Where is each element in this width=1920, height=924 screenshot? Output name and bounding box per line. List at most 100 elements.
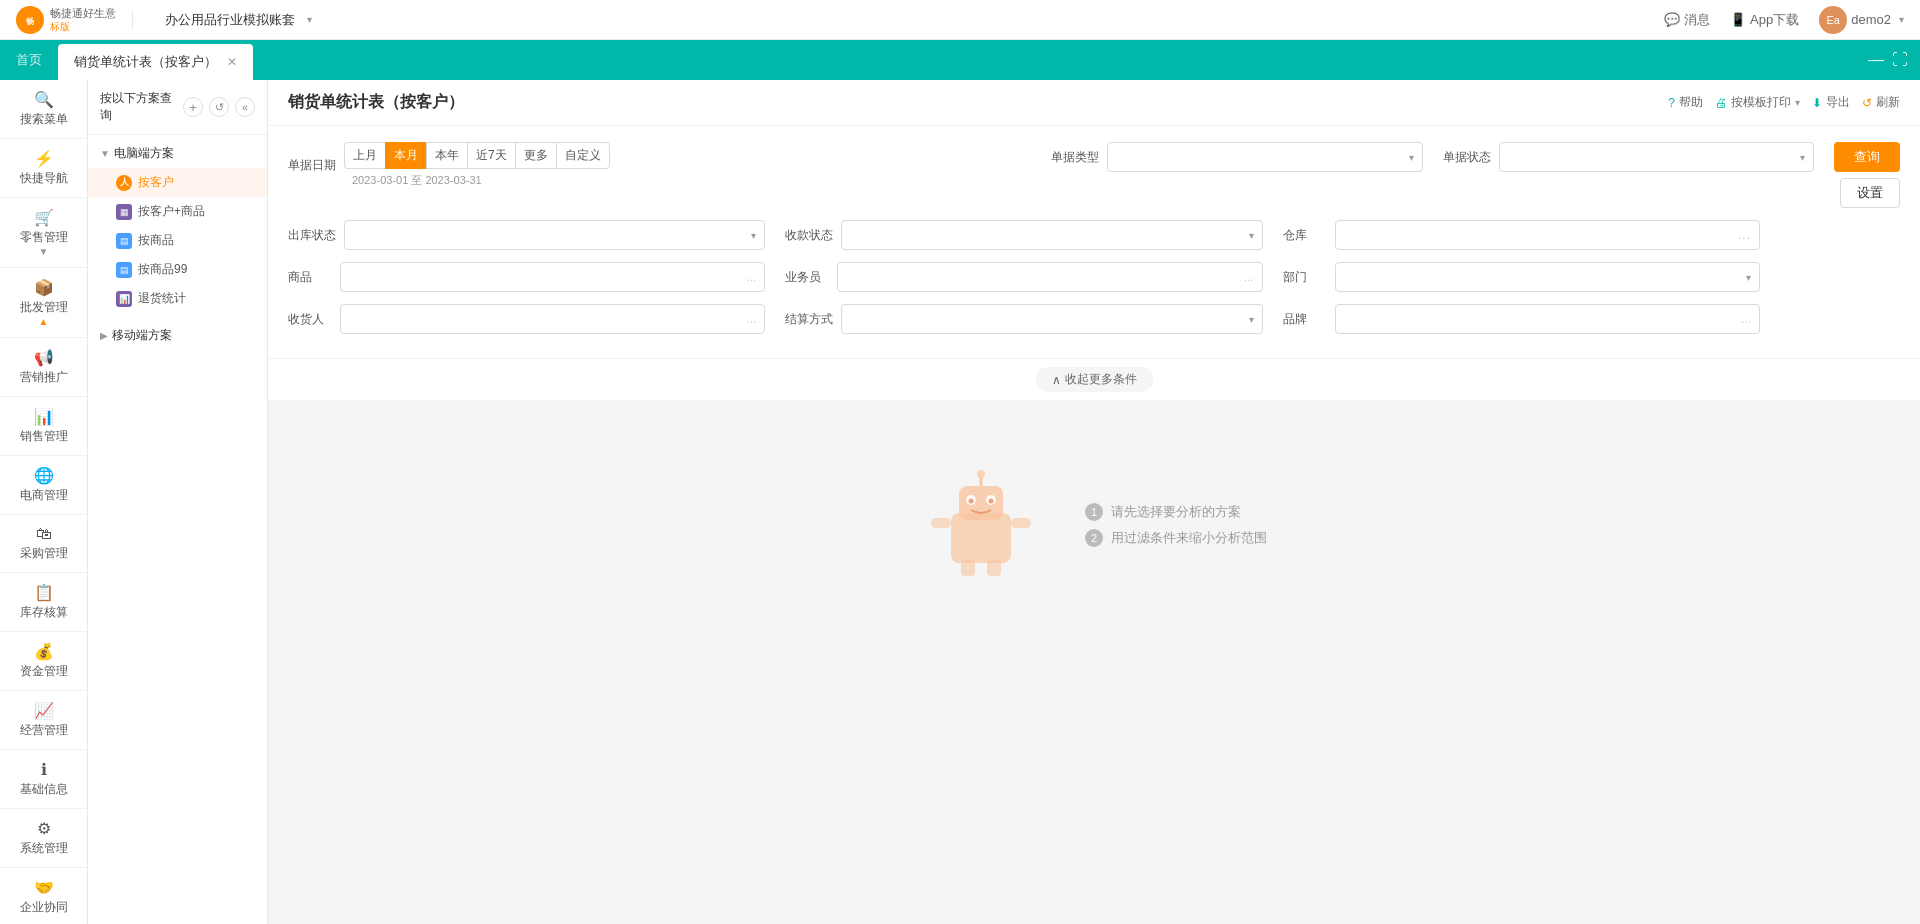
sidebar-item-sales-mgmt[interactable]: 📊 销售管理 xyxy=(0,397,87,456)
refresh-btn[interactable]: ↺ 刷新 xyxy=(1862,94,1900,111)
wholesale-icon: 📦 xyxy=(4,278,83,297)
warehouse-select[interactable]: ... xyxy=(1335,220,1760,250)
svg-point-7 xyxy=(989,499,994,504)
out-status-select[interactable]: ▾ xyxy=(344,220,765,250)
user-dropdown-icon: ▾ xyxy=(1899,14,1904,25)
scheme-item-return-stat[interactable]: 📊 退货统计 xyxy=(88,284,267,313)
collapse-icon: ∧ xyxy=(1052,373,1061,387)
goods-label: 商品 xyxy=(288,269,332,286)
refresh-scheme-btn[interactable]: ↺ xyxy=(209,97,229,117)
filter-section: 单据日期 上月 本月 本年 近7天 更多 自定义 2023-03-01 至 20… xyxy=(268,126,1920,400)
scheme-item-by-goods-99[interactable]: ▤ 按商品99 xyxy=(88,255,267,284)
out-status-label: 出库状态 xyxy=(288,227,336,244)
sidebar-item-search[interactable]: 🔍 搜索菜单 xyxy=(0,80,87,139)
settings-button[interactable]: 设置 xyxy=(1840,178,1900,208)
help-icon: ? xyxy=(1668,96,1675,110)
scheme-group-mobile-title[interactable]: ▶ 移动端方案 xyxy=(88,321,267,350)
scheme-icon-goods99: ▤ xyxy=(116,262,132,278)
sidebar-item-operation[interactable]: 📈 经营管理 xyxy=(0,691,87,750)
header-title: 办公用品行业模拟账套 xyxy=(165,11,295,29)
collapse-btn[interactable]: ∧ 收起更多条件 xyxy=(1036,367,1153,392)
logo-area: 畅 畅捷通好生意 标版 xyxy=(16,6,116,34)
date-tab-this-month[interactable]: 本月 xyxy=(385,142,426,169)
export-icon: ⬇ xyxy=(1812,96,1822,110)
sidebar-item-basic[interactable]: ℹ 基础信息 xyxy=(0,750,87,809)
date-tab-custom[interactable]: 自定义 xyxy=(556,142,610,169)
export-btn[interactable]: ⬇ 导出 xyxy=(1812,94,1850,111)
print-btn[interactable]: 🖨 按模板打印 ▾ xyxy=(1715,94,1800,111)
sidebar-item-inventory[interactable]: 📋 库存核算 xyxy=(0,573,87,632)
tab-sales-stat[interactable]: 销货单统计表（按客户） ✕ xyxy=(58,44,253,80)
download-icon: 📱 xyxy=(1730,12,1746,27)
tab-close-icon[interactable]: ✕ xyxy=(227,55,237,69)
left-panel: 按以下方案查询 + ↺ « ▼ 电脑端方案 人 按客户 ▦ 按客户+商品 ▤ xyxy=(88,80,268,924)
header-dropdown-icon[interactable]: ▾ xyxy=(307,14,312,25)
logo-text: 畅捷通好生意 标版 xyxy=(50,6,116,33)
sidebar: 🔍 搜索菜单 ⚡ 快捷导航 🛒 零售管理 ▼ 📦 批发管理 ▲ 📢 营销推广 📊… xyxy=(0,80,88,924)
dept-select[interactable]: ▾ xyxy=(1335,262,1760,292)
staff-label: 业务员 xyxy=(785,269,829,286)
doc-type-select[interactable]: ▾ xyxy=(1107,142,1423,172)
payment-label: 结算方式 xyxy=(785,311,833,328)
staff-dots: ... xyxy=(1244,270,1254,284)
date-tab-this-year[interactable]: 本年 xyxy=(426,142,467,169)
help-btn[interactable]: ? 帮助 xyxy=(1668,94,1703,111)
message-btn[interactable]: 💬 消息 xyxy=(1664,11,1710,29)
sidebar-item-purchase[interactable]: 🛍 采购管理 xyxy=(0,515,87,573)
scheme-group-mobile: ▶ 移动端方案 xyxy=(88,317,267,354)
date-label: 单据日期 xyxy=(288,157,336,174)
message-icon: 💬 xyxy=(1664,12,1680,27)
date-tab-more[interactable]: 更多 xyxy=(515,142,556,169)
tab-home[interactable]: 首页 xyxy=(0,40,58,80)
scheme-item-by-goods[interactable]: ▤ 按商品 xyxy=(88,226,267,255)
system-icon: ⚙ xyxy=(4,819,83,838)
sidebar-item-marketing[interactable]: 📢 营销推广 xyxy=(0,338,87,397)
tab-bar-actions: — ⛶ xyxy=(1868,40,1920,80)
scheme-group-pc-title[interactable]: ▼ 电脑端方案 xyxy=(88,139,267,168)
payment-select[interactable]: ▾ xyxy=(841,304,1262,334)
collapse-panel-btn[interactable]: « xyxy=(235,97,255,117)
add-scheme-btn[interactable]: + xyxy=(183,97,203,117)
user-menu-btn[interactable]: Ea demo2 ▾ xyxy=(1819,6,1904,34)
brand-select[interactable]: ... xyxy=(1335,304,1760,334)
sidebar-item-system[interactable]: ⚙ 系统管理 xyxy=(0,809,87,868)
hint-num-1: 1 xyxy=(1085,503,1103,521)
empty-hint-1: 1 请先选择要分析的方案 xyxy=(1085,503,1267,521)
search-icon: 🔍 xyxy=(4,90,83,109)
sidebar-item-finance[interactable]: 💰 资金管理 xyxy=(0,632,87,691)
basic-icon: ℹ xyxy=(4,760,83,779)
doc-status-arrow: ▾ xyxy=(1800,152,1805,163)
brand-label: 品牌 xyxy=(1283,311,1327,328)
empty-hints: 1 请先选择要分析的方案 2 用过滤条件来缩小分析范围 xyxy=(1085,503,1267,547)
sidebar-item-quick-nav[interactable]: ⚡ 快捷导航 xyxy=(0,139,87,198)
sidebar-item-retail[interactable]: 🛒 零售管理 ▼ xyxy=(0,198,87,268)
svg-text:畅: 畅 xyxy=(26,17,34,26)
hint-num-2: 2 xyxy=(1085,529,1103,547)
svg-point-9 xyxy=(977,470,985,478)
group-expand-icon: ▼ xyxy=(100,148,110,159)
sales-mgmt-icon: 📊 xyxy=(4,407,83,426)
purchase-icon: 🛍 xyxy=(4,525,83,543)
sidebar-item-enterprise[interactable]: 🤝 企业协同 xyxy=(0,868,87,924)
date-tab-7days[interactable]: 近7天 xyxy=(467,142,515,169)
scheme-item-by-customer[interactable]: 人 按客户 xyxy=(88,168,267,197)
staff-select[interactable]: ... xyxy=(837,262,1262,292)
sidebar-item-ecom[interactable]: 🌐 电商管理 xyxy=(0,456,87,515)
app-download-btn[interactable]: 📱 App下载 xyxy=(1730,11,1799,29)
tab-minimize-icon[interactable]: — xyxy=(1868,51,1884,69)
collapse-row: ∧ 收起更多条件 xyxy=(268,358,1920,400)
svg-rect-2 xyxy=(951,513,1011,563)
collect-status-label: 收款状态 xyxy=(785,227,833,244)
receiver-select[interactable]: ... xyxy=(340,304,765,334)
query-button[interactable]: 查询 xyxy=(1834,142,1900,172)
warehouse-dots: ... xyxy=(1738,228,1751,242)
header-right: 💬 消息 📱 App下载 Ea demo2 ▾ xyxy=(1664,6,1904,34)
goods-select[interactable]: ... xyxy=(340,262,765,292)
scheme-icon-cg: ▦ xyxy=(116,204,132,220)
doc-status-select[interactable]: ▾ xyxy=(1499,142,1815,172)
date-tab-last-month[interactable]: 上月 xyxy=(344,142,385,169)
collect-status-select[interactable]: ▾ xyxy=(841,220,1262,250)
tab-expand-icon[interactable]: ⛶ xyxy=(1892,51,1908,69)
sidebar-item-wholesale[interactable]: 📦 批发管理 ▲ xyxy=(0,268,87,338)
scheme-item-by-customer-goods[interactable]: ▦ 按客户+商品 xyxy=(88,197,267,226)
